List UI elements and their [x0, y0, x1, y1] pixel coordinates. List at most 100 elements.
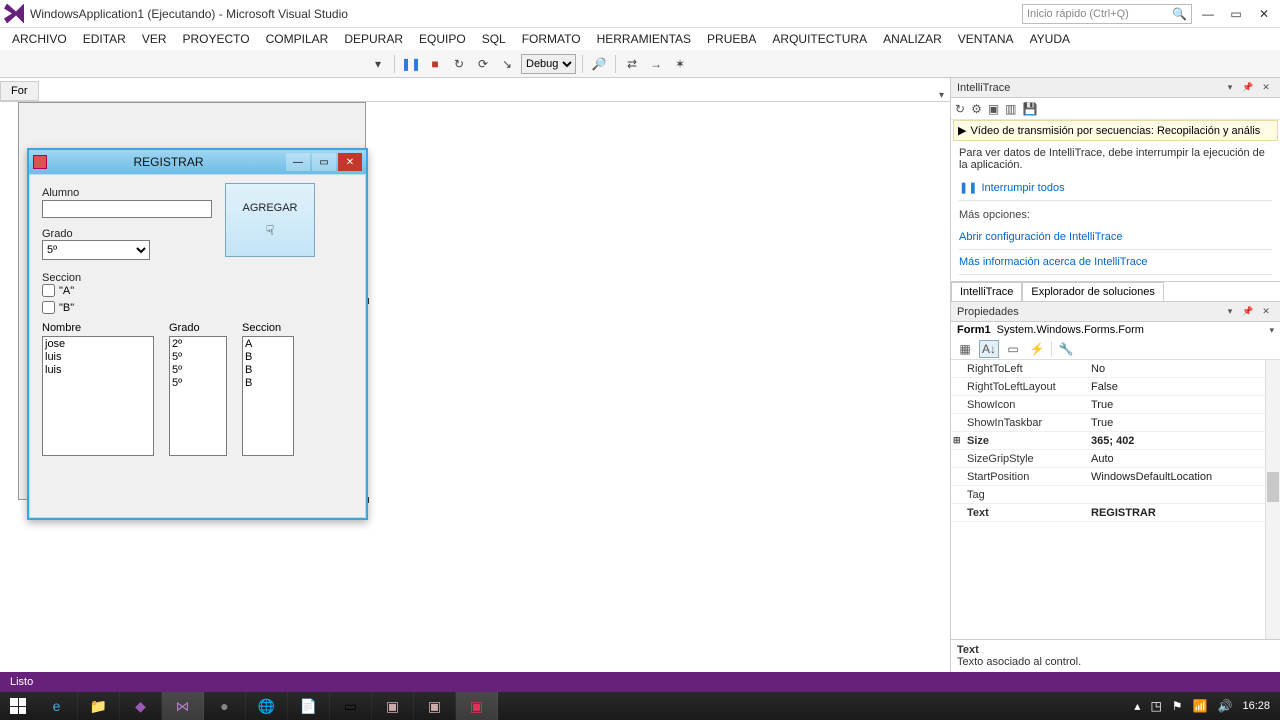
tray-clock[interactable]: 16:28	[1242, 700, 1270, 712]
menu-sql[interactable]: SQL	[474, 30, 514, 48]
menu-proyecto[interactable]: PROYECTO	[175, 30, 258, 48]
refresh-icon[interactable]: ↻	[955, 102, 965, 116]
categorize-icon[interactable]: ▦	[955, 340, 975, 358]
list-item[interactable]: luis	[45, 351, 151, 364]
list-item[interactable]: B	[245, 351, 291, 364]
taskbar-app2-icon[interactable]: ▣	[414, 692, 456, 720]
continue-dropdown-icon[interactable]: ▾	[368, 54, 388, 74]
tray-shield-icon[interactable]: ◳	[1150, 699, 1161, 713]
open-config-link[interactable]: Abrir configuración de IntelliTrace	[951, 227, 1280, 247]
property-row[interactable]: StartPositionWindowsDefaultLocation	[951, 468, 1280, 486]
list-item[interactable]: jose	[45, 338, 151, 351]
taskbar-vs-blend-icon[interactable]: ◆	[120, 692, 162, 720]
menu-prueba[interactable]: PRUEBA	[699, 30, 764, 48]
menu-editar[interactable]: EDITAR	[75, 30, 134, 48]
panel-close-icon[interactable]: ✕	[1258, 81, 1274, 95]
close-button[interactable]: ✕	[1252, 4, 1276, 24]
property-row[interactable]: RightToLeftLayoutFalse	[951, 378, 1280, 396]
alumno-input[interactable]	[42, 200, 212, 218]
property-row[interactable]: ShowIconTrue	[951, 396, 1280, 414]
step-into-button[interactable]: ↘	[497, 54, 517, 74]
filter-icon[interactable]: ▣	[988, 102, 999, 116]
tray-flag-icon[interactable]: ⚑	[1172, 699, 1183, 713]
list-item[interactable]: B	[245, 377, 291, 390]
sync-button[interactable]: ⇄	[622, 54, 642, 74]
tab-intellitrace[interactable]: IntelliTrace	[951, 282, 1022, 301]
menu-ayuda[interactable]: AYUDA	[1022, 30, 1078, 48]
taskbar-cmd-icon[interactable]: ▣	[372, 692, 414, 720]
property-row[interactable]: ⊞Size365; 402	[951, 432, 1280, 450]
menu-analizar[interactable]: ANALIZAR	[875, 30, 950, 48]
save-icon[interactable]: 💾	[1023, 102, 1038, 116]
runtime-titlebar[interactable]: REGISTRAR — ▭ ✕	[29, 150, 366, 174]
list-item[interactable]: A	[245, 338, 291, 351]
props-close-icon[interactable]: ✕	[1258, 305, 1274, 319]
property-row[interactable]: SizeGripStyleAuto	[951, 450, 1280, 468]
menu-compilar[interactable]: COMPILAR	[258, 30, 337, 48]
properties-page-icon[interactable]: ▭	[1003, 340, 1023, 358]
more-info-link[interactable]: Más información acerca de IntelliTrace	[951, 252, 1280, 272]
tabs-dropdown-icon[interactable]: ▾	[939, 90, 950, 101]
tray-network-icon[interactable]: 📶	[1193, 699, 1208, 713]
taskbar-taskmgr-icon[interactable]: ▭	[330, 692, 372, 720]
menu-formato[interactable]: FORMATO	[514, 30, 589, 48]
list-item[interactable]: 5º	[172, 351, 224, 364]
listbox-nombre[interactable]: joseluisluis	[42, 336, 154, 456]
menu-equipo[interactable]: EQUIPO	[411, 30, 474, 48]
taskbar-app-icon[interactable]: ●	[204, 692, 246, 720]
taskbar-ie-icon[interactable]: e	[36, 692, 78, 720]
property-row[interactable]: TextREGISTRAR	[951, 504, 1280, 522]
pause-button[interactable]: ❚❚	[401, 54, 421, 74]
runtime-minimize-button[interactable]: —	[286, 153, 310, 171]
restart-button[interactable]: ↻	[449, 54, 469, 74]
property-row[interactable]: ShowInTaskbarTrue	[951, 414, 1280, 432]
menu-arquitectura[interactable]: ARQUITECTURA	[764, 30, 875, 48]
tools-button[interactable]: ✶	[670, 54, 690, 74]
stop-button[interactable]: ■	[425, 54, 445, 74]
props-pin-icon[interactable]: 📌	[1240, 305, 1256, 319]
taskbar-notepad-icon[interactable]: 📄	[288, 692, 330, 720]
break-all-link[interactable]: ❚❚ Interrumpir todos	[951, 177, 1280, 198]
quick-launch-input[interactable]: Inicio rápido (Ctrl+Q) 🔍	[1022, 4, 1192, 24]
property-row[interactable]: Tag	[951, 486, 1280, 504]
runtime-close-button[interactable]: ✕	[338, 153, 362, 171]
list-item[interactable]: luis	[45, 364, 151, 377]
tab-solution-explorer[interactable]: Explorador de soluciones	[1022, 282, 1164, 301]
properties-object-selector[interactable]: Form1System.Windows.Forms.Form ▾	[951, 322, 1280, 338]
property-row[interactable]: RightToLeftNo	[951, 360, 1280, 378]
start-button[interactable]	[0, 692, 36, 720]
agregar-button[interactable]: AGREGAR ☟	[225, 183, 315, 257]
tab-form[interactable]: For	[0, 81, 39, 101]
tray-volume-icon[interactable]: 🔊	[1218, 699, 1233, 713]
props-dropdown-icon[interactable]: ▾	[1222, 305, 1238, 319]
refresh-button[interactable]: ⟳	[473, 54, 493, 74]
runtime-maximize-button[interactable]: ▭	[312, 153, 336, 171]
intellitrace-banner[interactable]: ▶ Vídeo de transmisión por secuencias: R…	[953, 120, 1278, 141]
list-item[interactable]: B	[245, 364, 291, 377]
listbox-seccion[interactable]: ABBB	[242, 336, 294, 456]
config-select[interactable]: Debug	[521, 54, 576, 74]
panel-dropdown-icon[interactable]: ▾	[1222, 81, 1238, 95]
properties-grid[interactable]: RightToLeftNoRightToLeftLayoutFalseShowI…	[951, 360, 1280, 639]
scrollbar[interactable]	[1265, 360, 1280, 639]
tray-up-icon[interactable]: ▴	[1134, 699, 1140, 713]
list-icon[interactable]: ▥	[1005, 102, 1016, 116]
seccion-a-checkbox[interactable]: "A"	[42, 284, 353, 297]
menu-archivo[interactable]: ARCHIVO	[4, 30, 75, 48]
taskbar-chrome-icon[interactable]: 🌐	[246, 692, 288, 720]
property-manager-icon[interactable]: 🔧	[1056, 340, 1076, 358]
find-button[interactable]: 🔎	[589, 54, 609, 74]
taskbar-vs-icon[interactable]: ⋈	[162, 692, 204, 720]
seccion-b-checkbox[interactable]: "B"	[42, 301, 353, 314]
panel-pin-icon[interactable]: 📌	[1240, 81, 1256, 95]
restore-button[interactable]: ▭	[1224, 4, 1248, 24]
listbox-grado[interactable]: 2º5º5º5º	[169, 336, 227, 456]
list-item[interactable]: 2º	[172, 338, 224, 351]
minimize-button[interactable]: —	[1196, 4, 1220, 24]
step-over-button[interactable]: →	[646, 54, 666, 74]
alphabetical-icon[interactable]: A↓	[979, 340, 999, 358]
menu-ventana[interactable]: VENTANA	[950, 30, 1022, 48]
grado-select[interactable]: 5º	[42, 240, 150, 260]
list-item[interactable]: 5º	[172, 377, 224, 390]
events-icon[interactable]: ⚡	[1027, 340, 1047, 358]
